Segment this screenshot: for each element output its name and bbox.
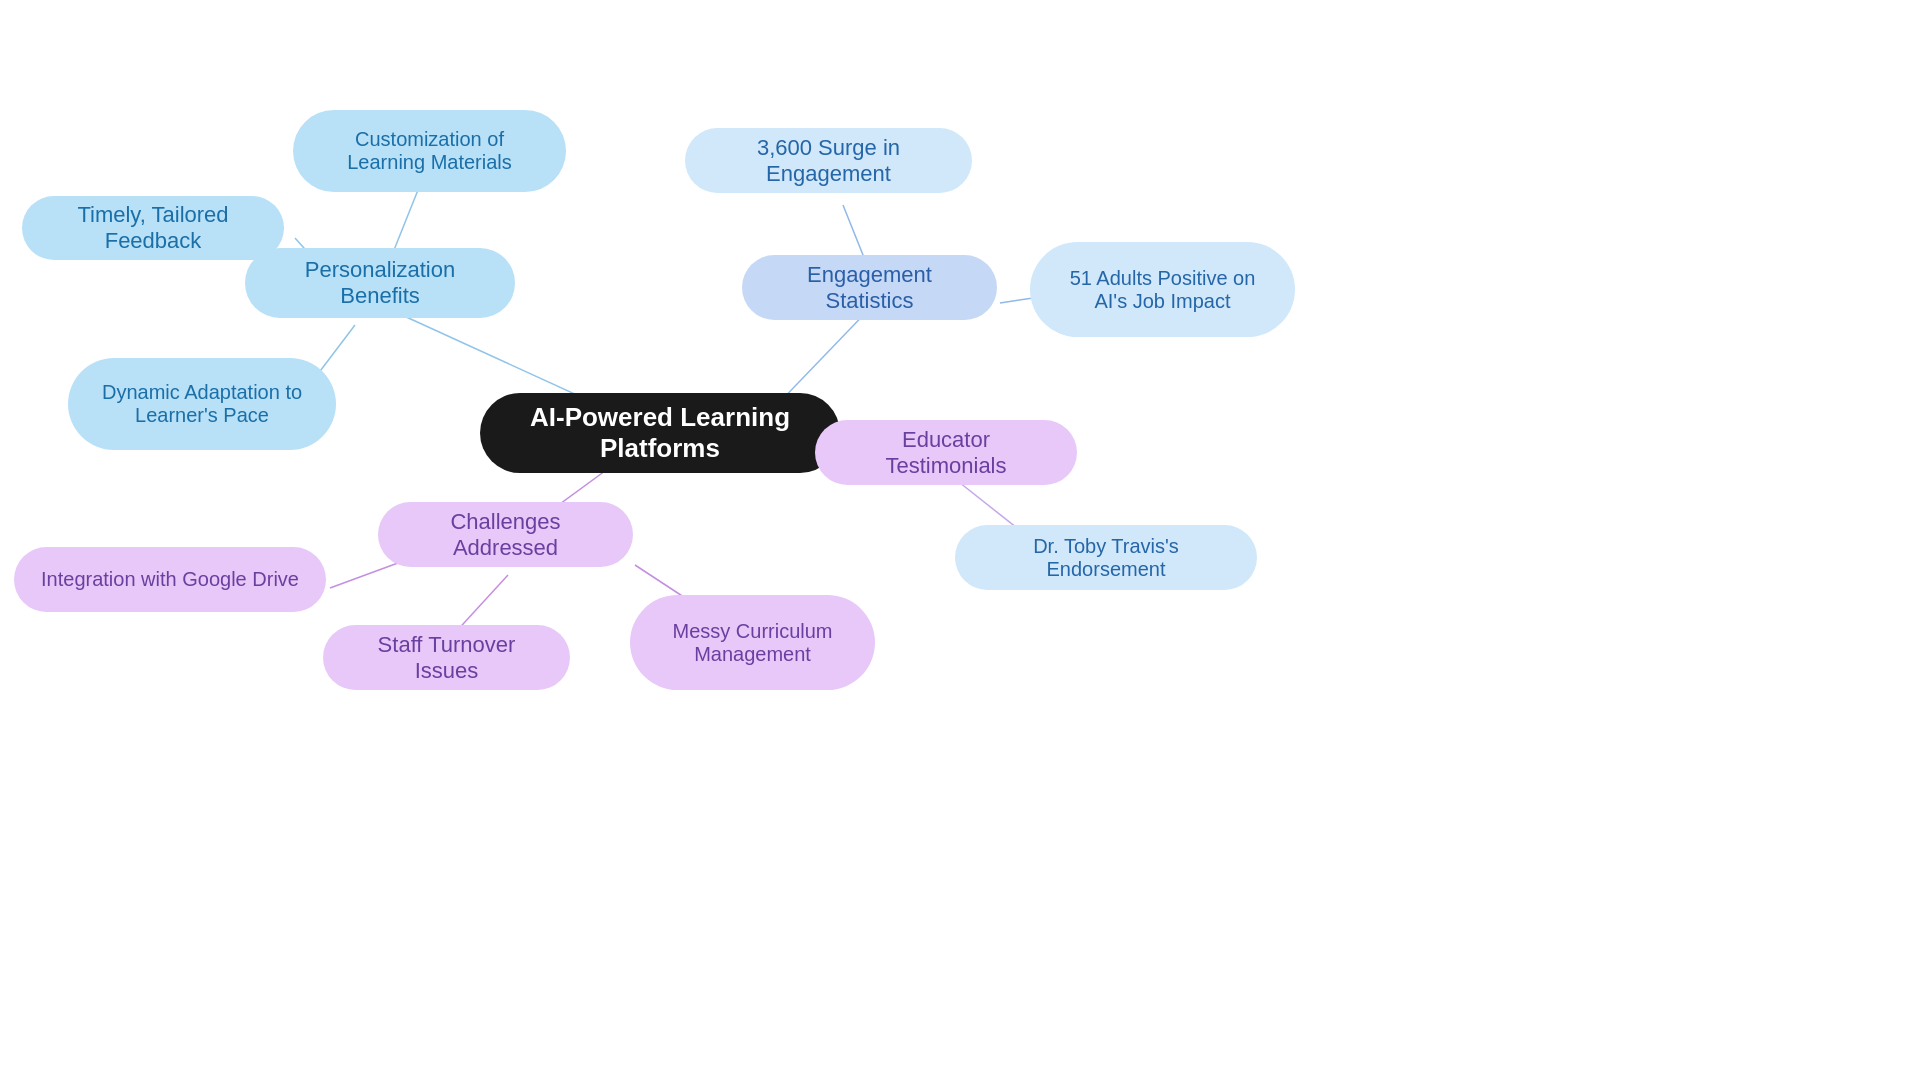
node-challenges-addressed: Challenges Addressed [378, 502, 633, 567]
node-customization: Customization of Learning Materials [293, 110, 566, 192]
node-adults-positive: 51 Adults Positive on AI's Job Impact [1030, 242, 1295, 337]
node-integration-google: Integration with Google Drive [14, 547, 326, 612]
node-messy-curriculum: Messy Curriculum Management [630, 595, 875, 690]
node-timely-feedback: Timely, Tailored Feedback [22, 196, 284, 260]
node-surge-engagement: 3,600 Surge in Engagement [685, 128, 972, 193]
node-educator-testimonials: Educator Testimonials [815, 420, 1077, 485]
node-engagement-statistics: Engagement Statistics [742, 255, 997, 320]
node-staff-turnover: Staff Turnover Issues [323, 625, 570, 690]
center-node: AI-Powered Learning Platforms [480, 393, 840, 473]
node-dynamic-adaptation: Dynamic Adaptation to Learner's Pace [68, 358, 336, 450]
node-dr-toby: Dr. Toby Travis's Endorsement [955, 525, 1257, 590]
